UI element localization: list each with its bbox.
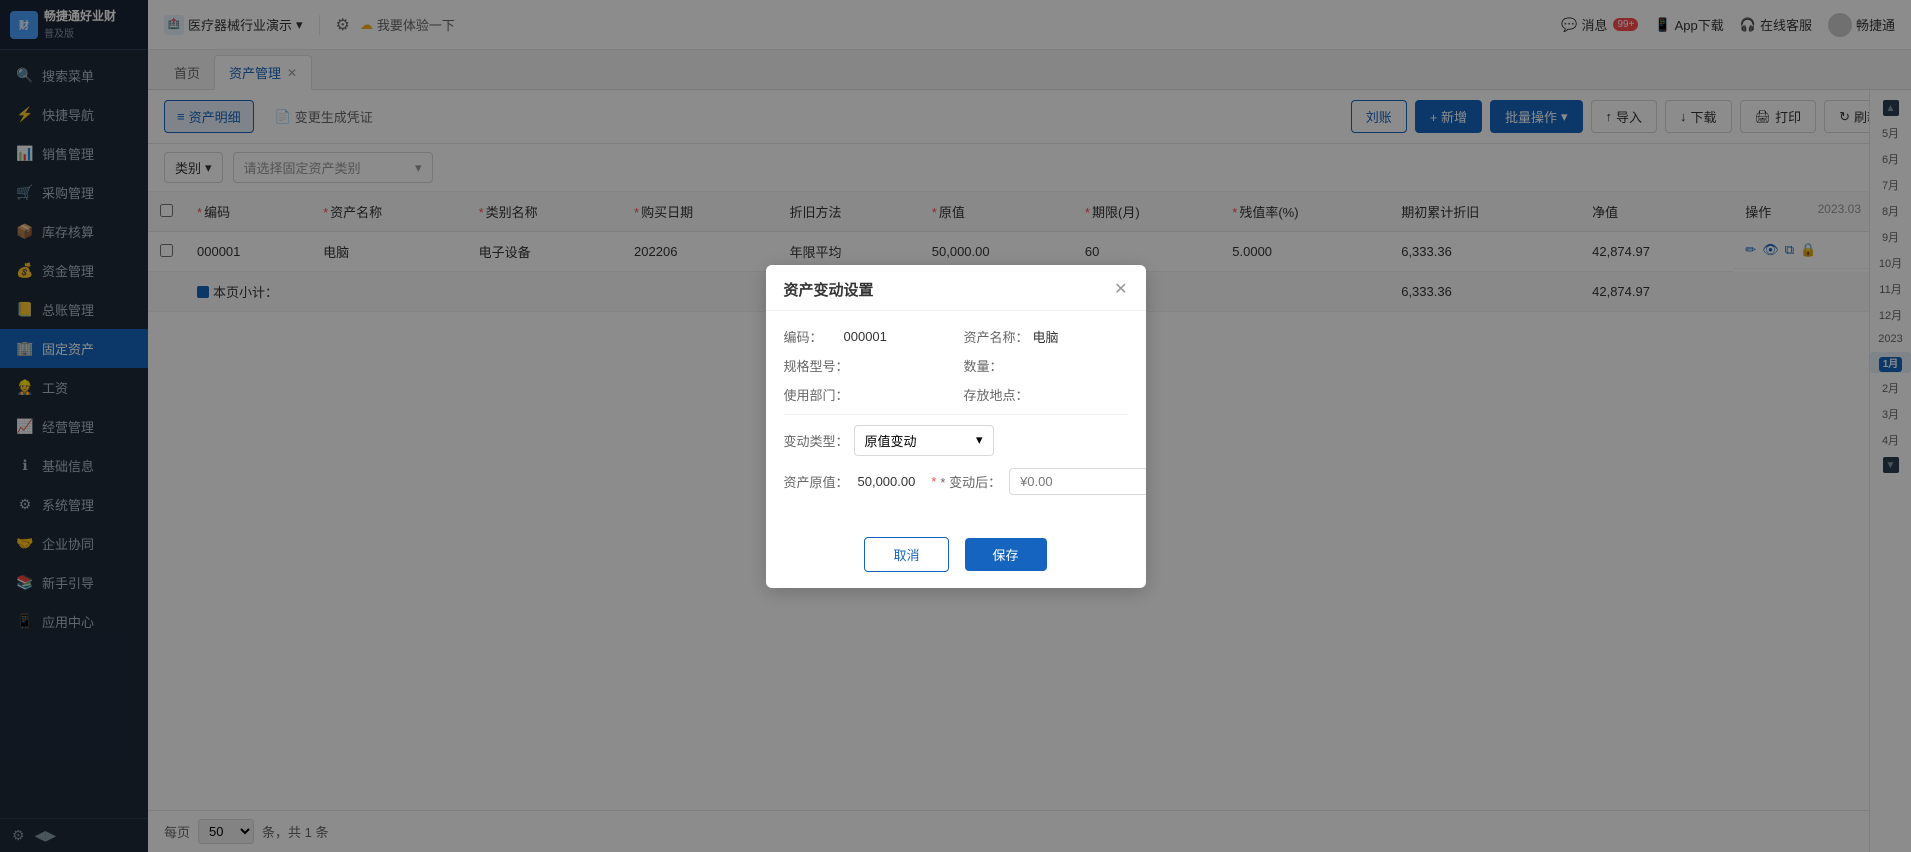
original-value-label: 资产原值：	[784, 472, 854, 491]
modal-footer: 取消 保存	[766, 527, 1146, 588]
modal-overlay: 资产变动设置 ✕ 编码： 000001 资产名称： 电脑 规格型号：	[0, 0, 1911, 852]
change-type-value: 原值变动	[865, 431, 917, 450]
modal-value-row: 资产原值： 50,000.00 * * 变动后：	[784, 468, 1128, 495]
modal-field-location: 存放地点：	[964, 385, 1128, 404]
modal-field-dept: 使用部门：	[784, 385, 948, 404]
code-label: 编码：	[784, 327, 840, 346]
modal-field-spec: 规格型号：	[784, 356, 948, 375]
save-button[interactable]: 保存	[965, 538, 1047, 571]
spec-label: 规格型号：	[784, 356, 849, 375]
location-label: 存放地点：	[964, 385, 1029, 404]
quantity-label: 数量：	[964, 356, 1020, 375]
asset-name-value: 电脑	[1033, 327, 1059, 346]
dept-label: 使用部门：	[784, 385, 849, 404]
modal-field-code: 编码： 000001	[784, 327, 948, 346]
modal-row-1: 编码： 000001 资产名称： 电脑	[784, 327, 1128, 346]
change-type-label: 变动类型：	[784, 431, 854, 450]
cancel-label: 取消	[893, 548, 919, 563]
modal-row-3: 使用部门： 存放地点：	[784, 385, 1128, 404]
asset-change-modal: 资产变动设置 ✕ 编码： 000001 资产名称： 电脑 规格型号：	[766, 265, 1146, 588]
modal-row-2: 规格型号： 数量：	[784, 356, 1128, 375]
modal-header: 资产变动设置 ✕	[766, 265, 1146, 311]
cancel-button[interactable]: 取消	[864, 537, 948, 572]
required-star: *	[931, 474, 936, 489]
modal-field-quantity: 数量：	[964, 356, 1128, 375]
modal-body: 编码： 000001 资产名称： 电脑 规格型号： 数量：	[766, 311, 1146, 527]
change-type-dropdown-icon: ▾	[976, 432, 983, 448]
after-change-input[interactable]	[1009, 468, 1145, 495]
save-label: 保存	[993, 548, 1019, 563]
modal-title: 资产变动设置	[784, 279, 874, 300]
change-type-select[interactable]: 原值变动 ▾	[854, 425, 994, 456]
asset-name-label: 资产名称：	[964, 327, 1029, 346]
code-value: 000001	[844, 329, 887, 344]
modal-field-asset-name: 资产名称： 电脑	[964, 327, 1128, 346]
modal-divider	[784, 414, 1128, 415]
after-change-label: * 变动后：	[940, 472, 1001, 491]
original-value-value: 50,000.00	[858, 474, 916, 489]
modal-close-button[interactable]: ✕	[1114, 279, 1127, 299]
modal-change-type-row: 变动类型： 原值变动 ▾	[784, 425, 1128, 456]
